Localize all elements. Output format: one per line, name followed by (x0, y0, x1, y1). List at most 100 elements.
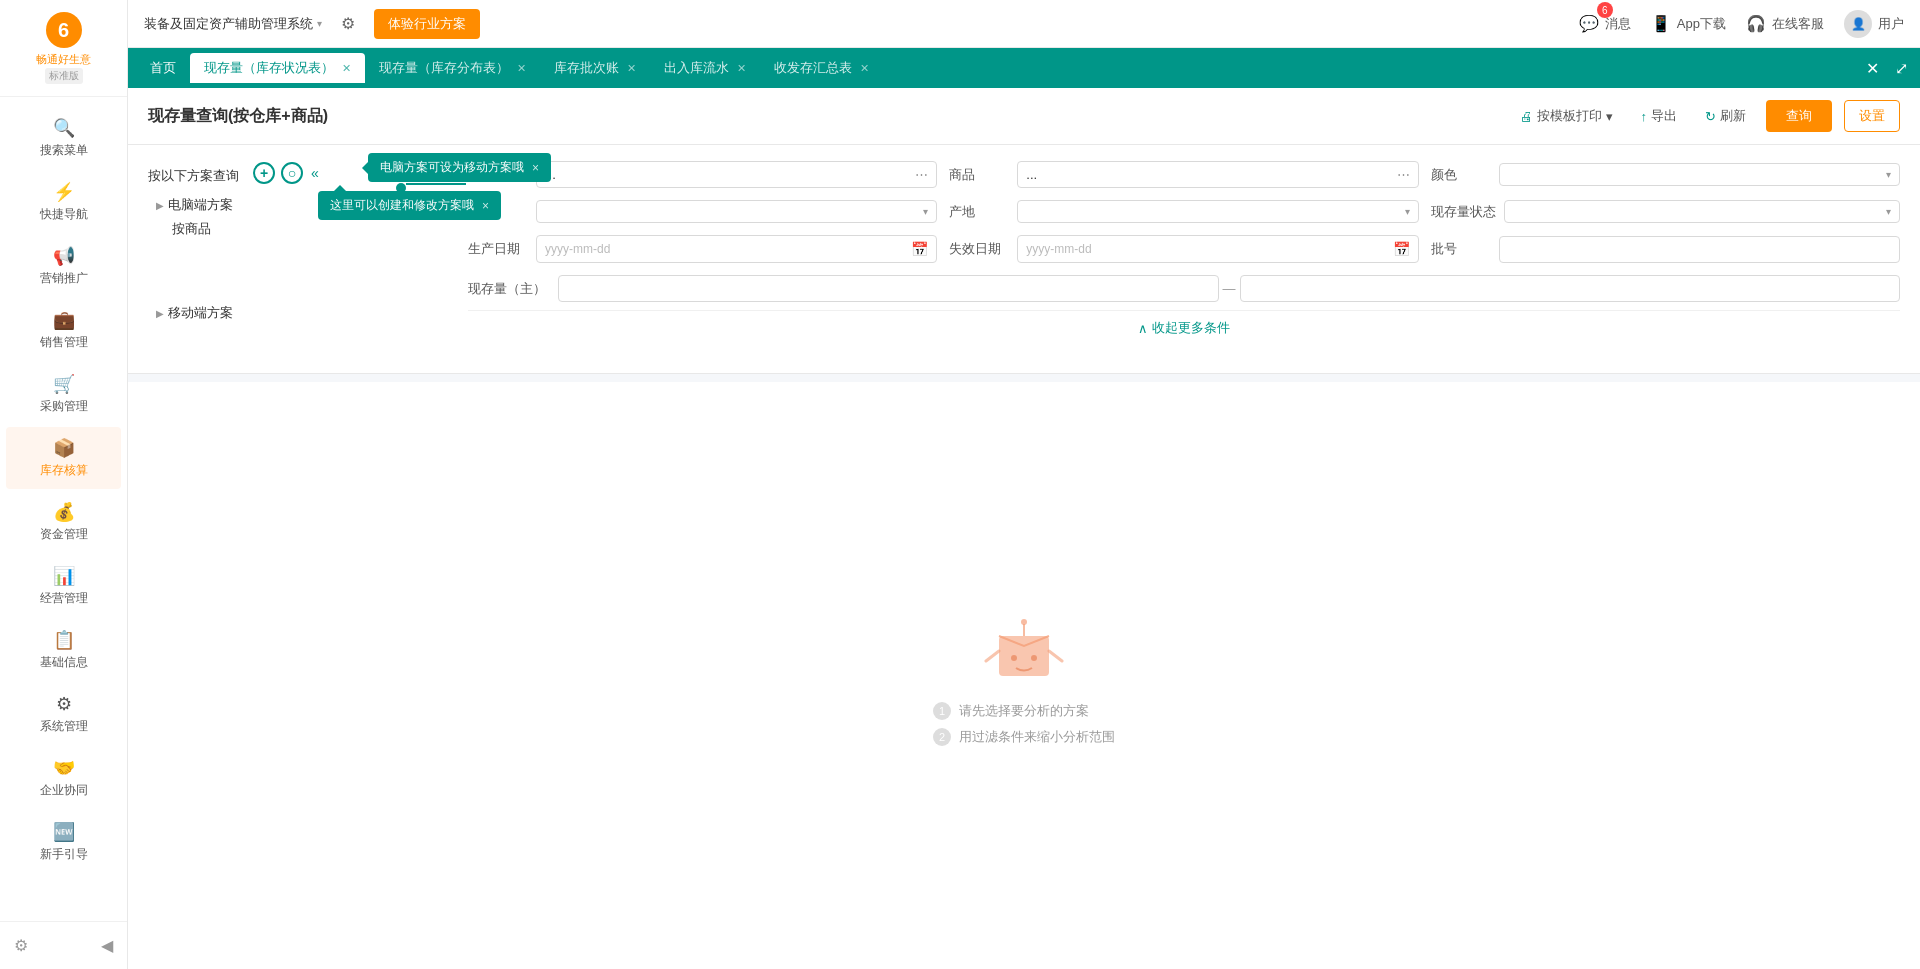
service-icon: 🎧 (1746, 14, 1766, 33)
refresh-btn[interactable]: ↻ 刷新 (1697, 103, 1754, 129)
sidebar-item-quicknav[interactable]: ⚡ 快捷导航 (6, 171, 121, 233)
sidebar-item-basic-info[interactable]: 📋 基础信息 (6, 619, 121, 681)
sidebar-item-finance[interactable]: 💰 资金管理 (6, 491, 121, 553)
query-btn[interactable]: 查询 (1766, 100, 1832, 132)
management-icon: 📊 (53, 565, 75, 587)
stock-qty-to-input[interactable] (1240, 275, 1901, 302)
service-action[interactable]: 🎧 在线客服 (1746, 14, 1824, 33)
sidebar-item-newguide[interactable]: 🆕 新手引导 (6, 811, 121, 873)
collapse-conditions-btn[interactable]: ∧ 收起更多条件 (468, 310, 1900, 345)
tab-in-out-flow-close[interactable]: ✕ (737, 62, 746, 75)
empty-illustration (974, 606, 1074, 686)
tab-stock-status-close[interactable]: ✕ (342, 62, 351, 75)
scheme-circle-btn[interactable]: ○ (281, 162, 303, 184)
expire-date-input[interactable]: yyyy-mm-dd 📅 (1017, 235, 1418, 263)
experience-btn[interactable]: 体验行业方案 (374, 9, 480, 39)
logo-badge: 标准版 (45, 68, 83, 84)
sidebar-item-search[interactable]: 🔍 搜索菜单 (6, 107, 121, 169)
tab-recv-send[interactable]: 收发存汇总表 ✕ (760, 53, 883, 83)
produce-date-calendar-icon[interactable]: 📅 (911, 241, 928, 257)
tooltip-edit-text: 这里可以创建和修改方案哦 (330, 197, 474, 214)
filter-label: 按以下方案查询 (148, 161, 239, 185)
sidebar-item-management[interactable]: 📊 经营管理 (6, 555, 121, 617)
sales-icon: 💼 (53, 309, 75, 331)
size-select[interactable]: ▾ (536, 200, 937, 223)
export-btn[interactable]: ↑ 导出 (1633, 103, 1686, 129)
sidebar-item-sales[interactable]: 💼 销售管理 (6, 299, 121, 361)
origin-select[interactable]: ▾ (1017, 200, 1418, 223)
app-download-action[interactable]: 📱 App下载 (1651, 14, 1726, 33)
tab-stock-dist[interactable]: 现存量（库存分布表） ✕ (365, 53, 540, 83)
tab-expand-btn[interactable]: ⤢ (1891, 55, 1912, 82)
scheme-arrow-btn[interactable]: « (309, 163, 321, 183)
search-icon: 🔍 (53, 117, 75, 139)
sidebar-nav: 🔍 搜索菜单 ⚡ 快捷导航 📢 营销推广 💼 销售管理 🛒 采购管理 📦 库存核… (0, 97, 127, 921)
filter-row-2: 尺码 ▾ 产地 ▾ (468, 200, 1900, 223)
expire-date-label: 失效日期 (949, 240, 1009, 258)
print-btn[interactable]: 🖨 按模板打印 ▾ (1512, 103, 1621, 129)
sidebar-item-enterprise[interactable]: 🤝 企业协同 (6, 747, 121, 809)
finance-icon: 💰 (53, 501, 75, 523)
sidebar-item-inventory[interactable]: 📦 库存核算 (6, 427, 121, 489)
step-1-num: 1 (933, 702, 951, 720)
expire-date-calendar-icon[interactable]: 📅 (1393, 241, 1410, 257)
filter-origin: 产地 ▾ (949, 200, 1418, 223)
user-action[interactable]: 👤 用户 (1844, 10, 1904, 38)
tooltip-edit: 这里可以创建和修改方案哦 × (318, 191, 501, 220)
tooltip-pc-close[interactable]: × (532, 161, 539, 175)
header-settings-btn[interactable]: ⚙ (334, 10, 362, 38)
tab-in-out-flow[interactable]: 出入库流水 ✕ (650, 53, 760, 83)
color-select[interactable]: ▾ (1499, 163, 1900, 186)
user-label: 用户 (1878, 15, 1904, 33)
filter-stock-status: 现存量状态 ▾ (1431, 200, 1900, 223)
sidebar-item-marketing[interactable]: 📢 营销推广 (6, 235, 121, 297)
tab-close-all-btn[interactable]: ✕ (1862, 55, 1883, 82)
tooltip-pc-text: 电脑方案可设为移动方案哦 (380, 159, 524, 176)
quicknav-icon: ⚡ (53, 181, 75, 203)
stock-status-label: 现存量状态 (1431, 203, 1496, 221)
sidebar-settings-btn[interactable]: ⚙ (10, 932, 32, 959)
scheme-item-mobile[interactable]: ▶ 移动端方案 (156, 301, 448, 325)
tab-stock-batch[interactable]: 库存批次账 ✕ (540, 53, 650, 83)
sidebar-collapse-btn[interactable]: ◀ (97, 932, 117, 959)
batch-no-input[interactable] (1499, 236, 1900, 263)
color-label: 颜色 (1431, 166, 1491, 184)
tab-recv-send-close[interactable]: ✕ (860, 62, 869, 75)
stock-qty-from-input[interactable] (558, 275, 1219, 302)
filter-row-3: 生产日期 yyyy-mm-dd 📅 失效日期 yyyy-mm-dd 📅 (468, 235, 1900, 263)
tab-home[interactable]: 首页 (136, 53, 190, 83)
header-right: 💬 消息 6 📱 App下载 🎧 在线客服 👤 用户 (1579, 10, 1904, 38)
system-title-select[interactable]: 装备及固定资产辅助管理系统 ▾ (144, 15, 322, 33)
scheme-add-btn[interactable]: + (253, 162, 275, 184)
filter-row-4: 现存量（主） — (468, 275, 1900, 302)
stock-status-arrow-icon: ▾ (1886, 206, 1891, 217)
tab-stock-dist-close[interactable]: ✕ (517, 62, 526, 75)
sidebar-item-label: 新手引导 (40, 846, 88, 863)
svg-point-2 (1031, 655, 1037, 661)
settings-action-btn[interactable]: 设置 (1844, 100, 1900, 132)
print-label: 按模板打印 (1537, 107, 1602, 125)
produce-date-input[interactable]: yyyy-mm-dd 📅 (536, 235, 937, 263)
sidebar-item-purchase[interactable]: 🛒 采购管理 (6, 363, 121, 425)
purchase-icon: 🛒 (53, 373, 75, 395)
warehouse-select[interactable]: ... ⋯ (536, 161, 937, 188)
goods-select[interactable]: ... ⋯ (1017, 161, 1418, 188)
filter-row-1: 仓库 ... ⋯ 商品 ... ⋯ (468, 161, 1900, 188)
message-action[interactable]: 💬 消息 6 (1579, 14, 1631, 33)
scheme-pc-subitem-0[interactable]: 按商品 (172, 217, 448, 241)
tab-stock-status[interactable]: 现存量（库存状况表） ✕ (190, 53, 365, 83)
origin-label: 产地 (949, 203, 1009, 221)
tab-stock-batch-close[interactable]: ✕ (627, 62, 636, 75)
stock-status-select[interactable]: ▾ (1504, 200, 1900, 223)
tab-recv-send-label: 收发存汇总表 (774, 59, 852, 77)
tooltip-edit-close[interactable]: × (482, 199, 489, 213)
sidebar-item-system[interactable]: ⚙ 系统管理 (6, 683, 121, 745)
page-title: 现存量查询(按仓库+商品) (148, 106, 328, 127)
page-header: 现存量查询(按仓库+商品) 🖨 按模板打印 ▾ ↑ 导出 ↻ 刷新 查询 设置 (128, 88, 1920, 145)
color-arrow-icon: ▾ (1886, 169, 1891, 180)
print-arrow: ▾ (1606, 109, 1613, 124)
newguide-icon: 🆕 (53, 821, 75, 843)
print-icon: 🖨 (1520, 109, 1533, 124)
message-icon: 💬 (1579, 14, 1599, 33)
avatar: 👤 (1844, 10, 1872, 38)
